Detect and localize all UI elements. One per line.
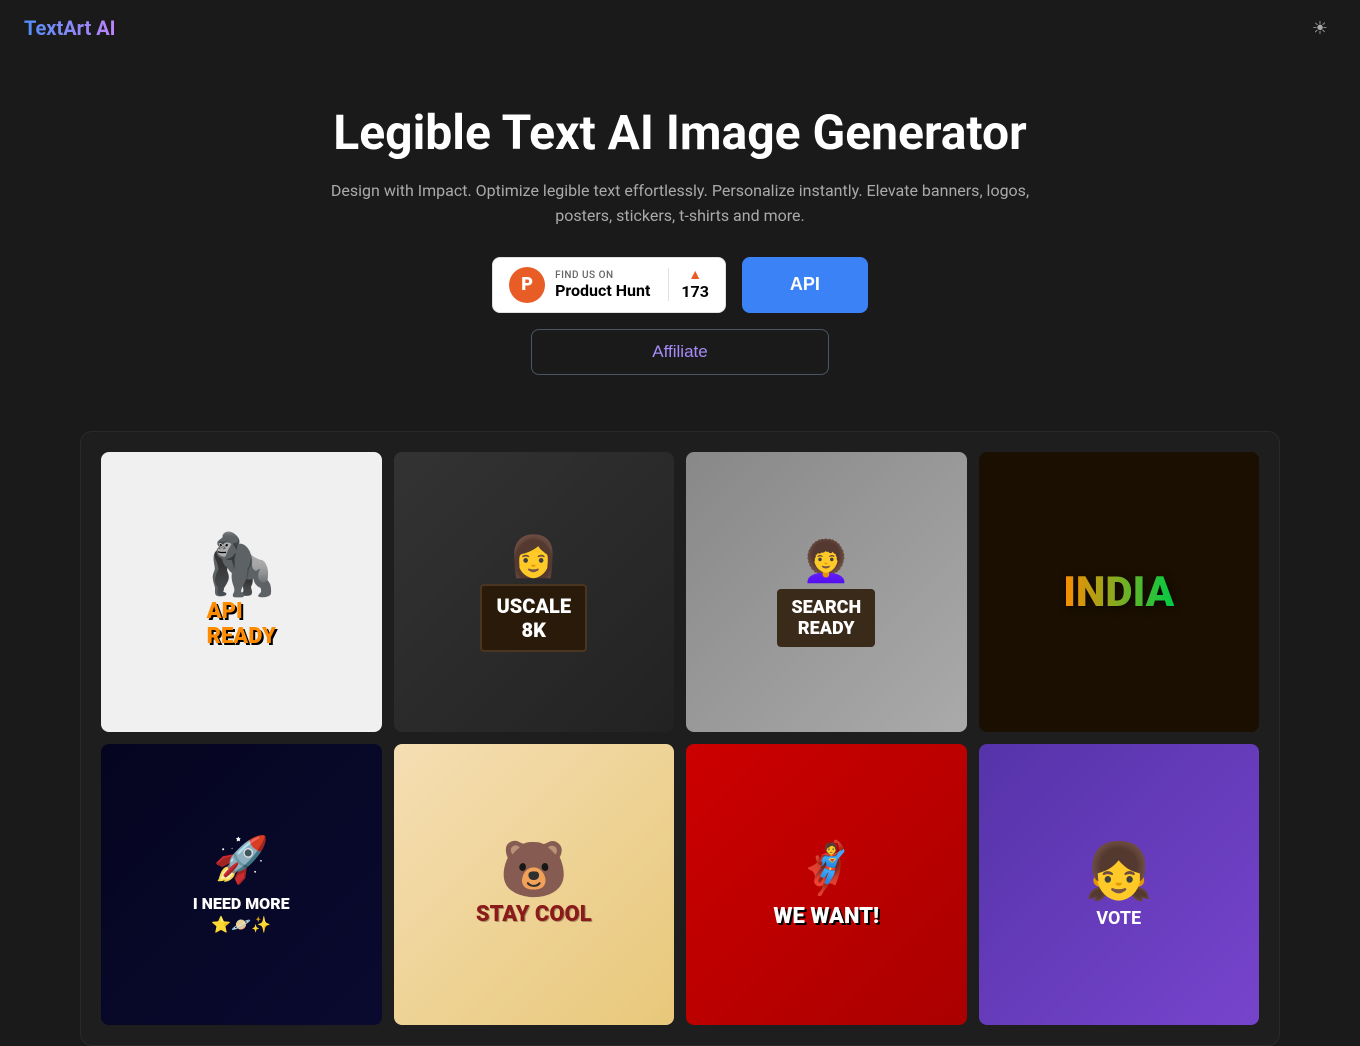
api-ready-text: APIREADY [207,599,276,649]
affiliate-button[interactable]: Affiliate [531,329,828,375]
gallery-item-we-want[interactable]: 🦸 WE WANT! [686,744,967,1025]
header: TextArt AI ☀ [0,0,1360,56]
monkey-emoji-icon: 🦍 [204,535,279,595]
person-icon: 👩 [509,533,559,580]
hero-subtitle: Design with Impact. Optimize legible tex… [330,178,1030,229]
bear-icon: 🐻 [500,843,568,898]
logo[interactable]: TextArt AI [24,16,116,40]
affiliate-row: Affiliate [24,329,1336,375]
gallery-item-ineed-more[interactable]: 🚀 I NEED MORE⭐🪐✨ [101,744,382,1025]
sun-icon: ☀ [1312,18,1328,39]
deadpool-icon: 🦸 [795,840,857,898]
upvote-arrow-icon: ▲ [688,268,702,282]
search-sign-text: SEARCHREADY [777,589,875,647]
gallery-item-stay-cool[interactable]: 🐻 STAY COOL [394,744,675,1025]
theme-toggle-button[interactable]: ☀ [1304,12,1336,44]
uscale-sign-text: USCALE8K [480,584,587,652]
product-hunt-text: FIND US ON Product Hunt [555,270,650,300]
gallery-item-uscale[interactable]: 👩 USCALE8K [394,452,675,733]
astronaut-icon: 🚀 [213,833,269,886]
product-hunt-icon: P [509,267,545,303]
product-hunt-button[interactable]: P FIND US ON Product Hunt ▲ 173 [492,257,726,313]
product-hunt-name: Product Hunt [555,281,650,300]
gallery-item-vote[interactable]: 👧 VOTE [979,744,1260,1025]
gallery-container: 🦍 APIREADY 👩 USCALE8K 👩‍🦱 SEARCHREADY IN… [80,431,1280,1046]
gallery-wrapper: 🦍 APIREADY 👩 USCALE8K 👩‍🦱 SEARCHREADY IN… [0,431,1360,1046]
api-button[interactable]: API [742,257,868,313]
upvote-count: 173 [681,282,709,301]
we-want-text: WE WANT! [773,904,879,929]
person-search-icon: 👩‍🦱 [801,538,851,585]
gallery-grid: 🦍 APIREADY 👩 USCALE8K 👩‍🦱 SEARCHREADY IN… [101,452,1259,1025]
cta-row: P FIND US ON Product Hunt ▲ 173 API [24,257,1336,313]
gallery-item-search-ready[interactable]: 👩‍🦱 SEARCHREADY [686,452,967,733]
girl-icon: 👧 [1085,840,1153,904]
hero-title: Legible Text AI Image Generator [24,104,1336,162]
hero-section: Legible Text AI Image Generator Design w… [0,56,1360,431]
gallery-item-india[interactable]: INDIA [979,452,1260,733]
stay-cool-text: STAY COOL [476,902,592,927]
logo-text: TextArt AI [24,16,116,40]
vote-text: VOTE [1096,908,1141,929]
find-us-label: FIND US ON [555,270,614,281]
space-text: I NEED MORE⭐🪐✨ [193,894,290,936]
india-text: INDIA [1063,568,1174,617]
product-hunt-count: ▲ 173 [668,268,709,301]
gallery-item-api-ready[interactable]: 🦍 APIREADY [101,452,382,733]
